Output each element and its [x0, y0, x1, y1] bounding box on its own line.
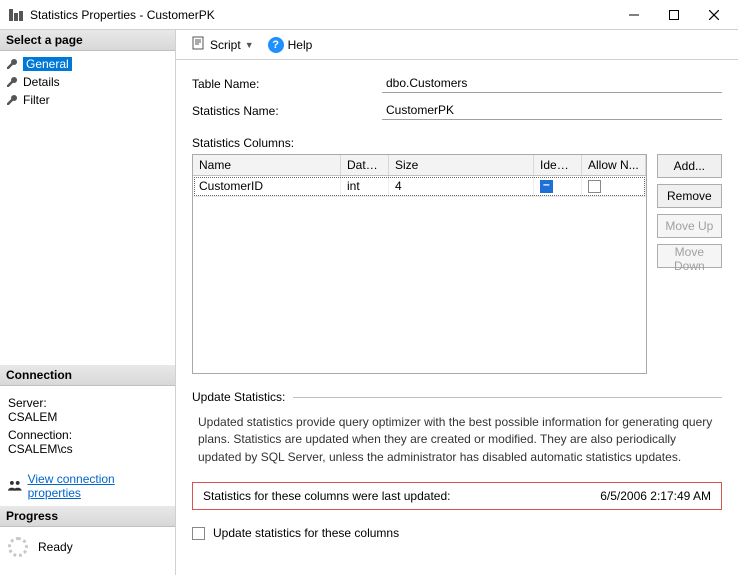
sidebar-item-label: Filter [23, 93, 50, 107]
update-checkbox-label: Update statistics for these columns [213, 526, 399, 540]
add-button[interactable]: Add... [657, 154, 722, 178]
update-stats-text: Updated statistics provide query optimiz… [192, 412, 722, 468]
move-down-button[interactable]: Move Down [657, 244, 722, 268]
table-name-label: Table Name: [192, 77, 382, 91]
script-label: Script [210, 38, 241, 52]
chevron-down-icon: ▼ [245, 40, 254, 50]
wrench-icon [6, 94, 18, 106]
progress-body: Ready [0, 527, 175, 575]
maximize-button[interactable] [654, 1, 694, 29]
update-checkbox[interactable] [192, 527, 205, 540]
help-button[interactable]: ? Help [264, 35, 317, 55]
sidebar-item-general[interactable]: General [2, 55, 173, 73]
col-header-name[interactable]: Name [193, 155, 341, 175]
cell-name: CustomerID [193, 176, 341, 196]
people-icon [8, 479, 22, 493]
update-stats-header: Update Statistics: [192, 390, 285, 404]
sidebar: Select a page General Details Filter Con… [0, 30, 176, 575]
columns-grid[interactable]: Name Data ... Size Identity Allow N... C… [192, 154, 647, 374]
help-icon: ? [268, 37, 284, 53]
grid-header: Name Data ... Size Identity Allow N... [193, 155, 646, 176]
divider [293, 397, 722, 398]
window-title: Statistics Properties - CustomerPK [30, 8, 614, 22]
cell-size: 4 [389, 176, 534, 196]
stats-name-input[interactable] [382, 101, 722, 120]
content: Script ▼ ? Help Table Name: Statistics N… [176, 30, 738, 575]
col-header-identity[interactable]: Identity [534, 155, 582, 175]
table-name-input[interactable] [382, 74, 722, 93]
wrench-icon [6, 58, 18, 70]
checkbox-unchecked-icon [588, 180, 601, 193]
view-connection-link[interactable]: View connection properties [28, 472, 167, 500]
connection-link-row: View connection properties [0, 466, 175, 506]
select-page-header: Select a page [0, 30, 175, 51]
progress-header: Progress [0, 506, 175, 527]
connection-header: Connection [0, 365, 175, 386]
server-label: Server: [8, 396, 167, 410]
last-updated-value: 6/5/2006 2:17:49 AM [600, 489, 711, 503]
minimize-button[interactable] [614, 1, 654, 29]
col-header-size[interactable]: Size [389, 155, 534, 175]
move-up-button[interactable]: Move Up [657, 214, 722, 238]
stats-columns-label: Statistics Columns: [192, 136, 722, 150]
page-list: General Details Filter [0, 51, 175, 113]
remove-button[interactable]: Remove [657, 184, 722, 208]
checkbox-checked-icon [540, 180, 553, 193]
cell-identity [534, 176, 582, 196]
script-button[interactable]: Script ▼ [188, 34, 258, 55]
titlebar: Statistics Properties - CustomerPK [0, 0, 738, 30]
sidebar-item-filter[interactable]: Filter [2, 91, 173, 109]
connection-label: Connection: [8, 428, 167, 442]
wrench-icon [6, 76, 18, 88]
connection-value: CSALEM\cs [8, 442, 167, 456]
grid-row[interactable]: CustomerID int 4 [193, 176, 646, 197]
progress-status: Ready [38, 540, 73, 554]
app-icon [8, 7, 24, 23]
stats-name-label: Statistics Name: [192, 104, 382, 118]
cell-allownull [582, 176, 646, 196]
spinner-icon [8, 537, 28, 557]
col-header-allownull[interactable]: Allow N... [582, 155, 646, 175]
sidebar-item-label: Details [23, 75, 60, 89]
toolbar: Script ▼ ? Help [176, 30, 738, 60]
script-icon [192, 36, 206, 53]
help-label: Help [288, 38, 313, 52]
sidebar-item-details[interactable]: Details [2, 73, 173, 91]
connection-info: Server: CSALEM Connection: CSALEM\cs [0, 386, 175, 466]
server-value: CSALEM [8, 410, 167, 424]
last-updated-box: Statistics for these columns were last u… [192, 482, 722, 510]
col-header-data[interactable]: Data ... [341, 155, 389, 175]
close-button[interactable] [694, 1, 734, 29]
last-updated-label: Statistics for these columns were last u… [203, 489, 600, 503]
sidebar-item-label: General [23, 57, 72, 71]
cell-data: int [341, 176, 389, 196]
